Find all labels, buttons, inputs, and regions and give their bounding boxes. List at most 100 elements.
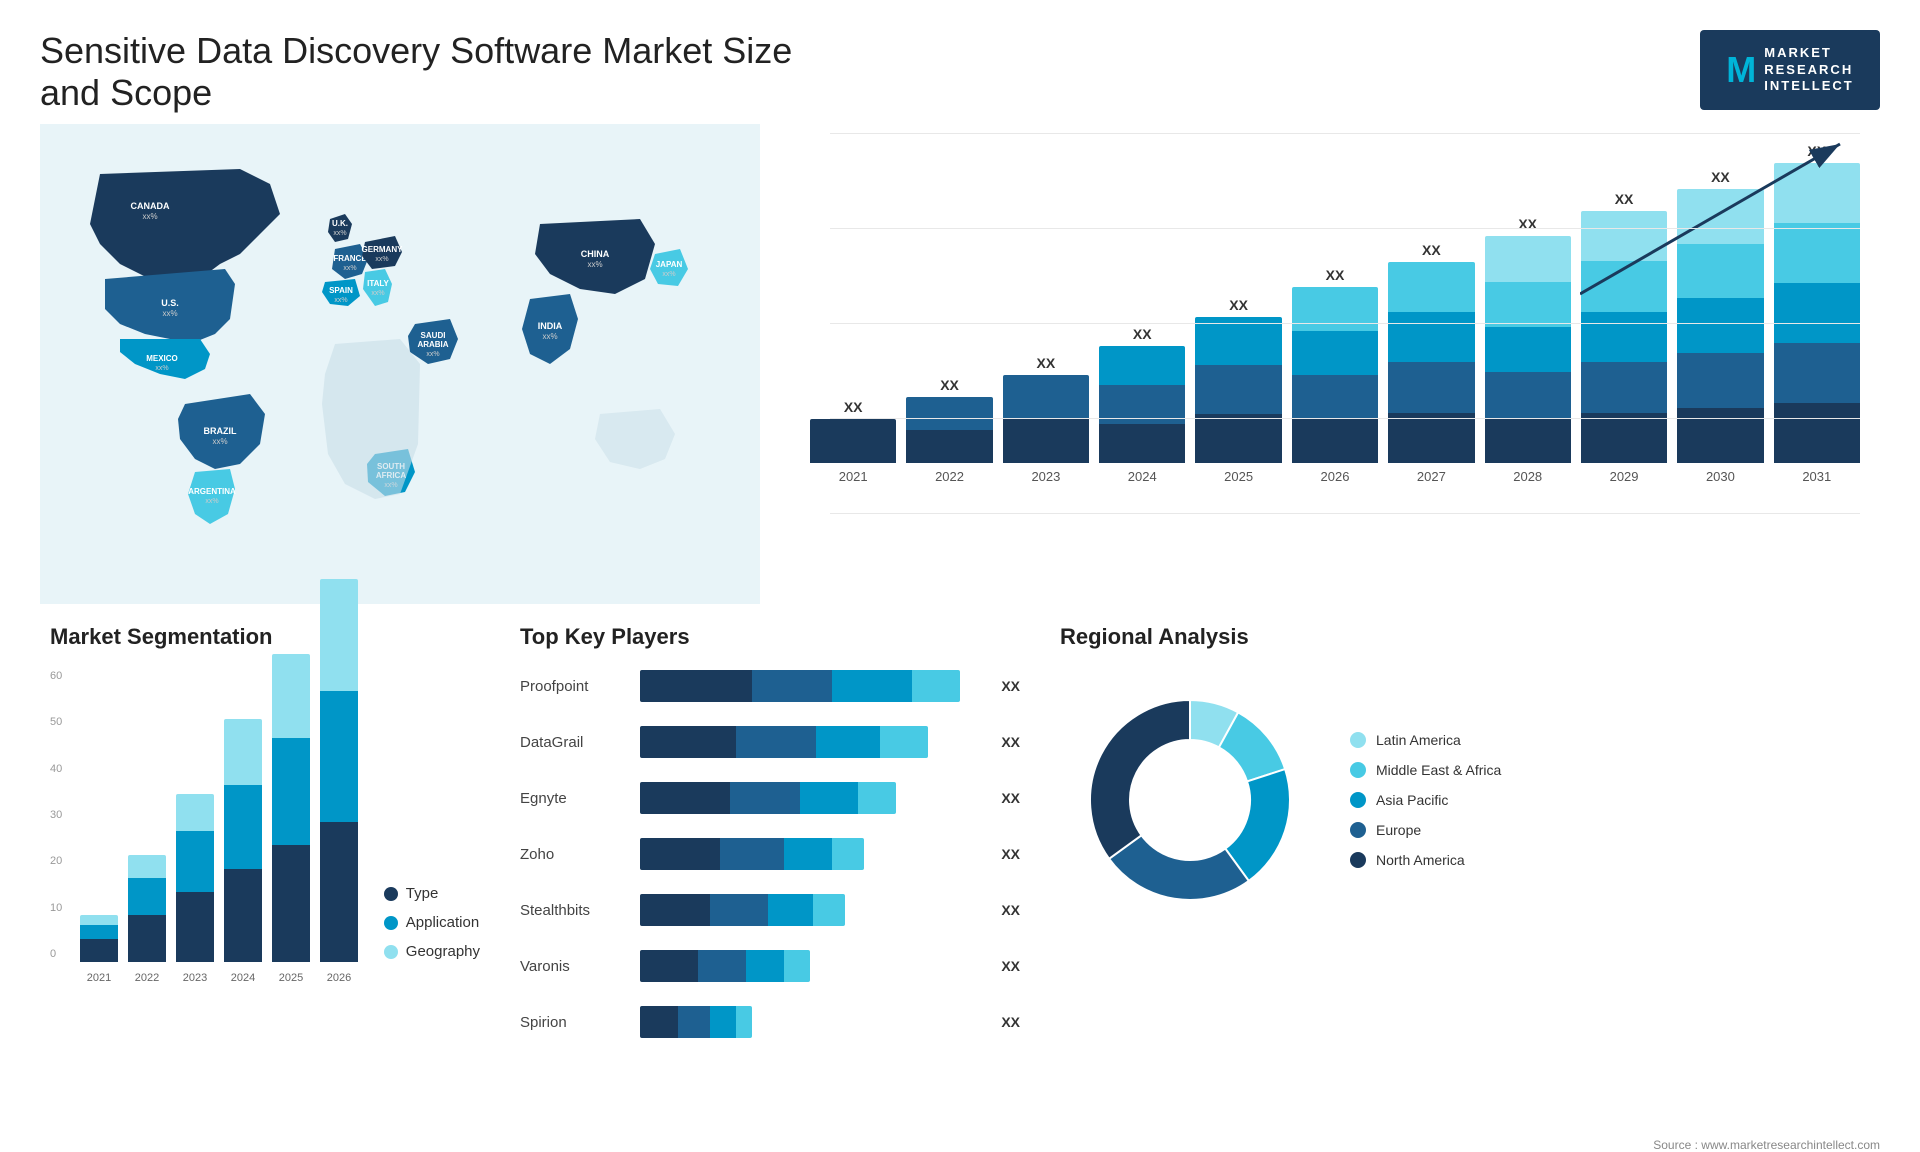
legend-geography: Geography	[384, 943, 480, 960]
seg-year-label: 2023	[183, 972, 207, 984]
seg-bar-stack	[320, 579, 358, 962]
bottom-row: Market Segmentation 60 50 40 30 20 10 0 …	[40, 614, 1880, 1134]
player-name: Spirion	[520, 1014, 630, 1031]
donut-center	[1132, 742, 1248, 858]
player-value: XX	[1001, 790, 1020, 806]
player-bar-seg	[698, 950, 746, 982]
svg-text:xx%: xx%	[343, 265, 356, 272]
svg-text:ITALY: ITALY	[367, 279, 389, 288]
svg-text:SPAIN: SPAIN	[329, 286, 353, 295]
svg-text:ARABIA: ARABIA	[417, 340, 448, 349]
world-map: CANADA xx% U.S. xx% MEXICO xx% BRAZIL xx…	[40, 124, 760, 604]
svg-text:xx%: xx%	[334, 297, 347, 304]
svg-text:xx%: xx%	[542, 332, 557, 341]
bar-chart-section: XX2021XX2022XX2023XX2024XX2025XX2026XX20…	[780, 124, 1880, 604]
regional-legend: Latin AmericaMiddle East & AfricaAsia Pa…	[1350, 732, 1501, 868]
seg-bar-group: 2024	[224, 719, 262, 962]
player-bar-seg	[832, 838, 864, 870]
player-bar-wrap	[640, 670, 983, 702]
top-row: CANADA xx% U.S. xx% MEXICO xx% BRAZIL xx…	[40, 124, 1880, 604]
regional-legend-item: Asia Pacific	[1350, 792, 1501, 808]
logo-line1: MARKET	[1764, 45, 1854, 62]
legend-application-dot	[384, 916, 398, 930]
seg-geo-seg	[224, 719, 262, 784]
regional-section: Regional Analysis Latin AmericaMiddle Ea…	[1050, 614, 1880, 1134]
player-value: XX	[1001, 958, 1020, 974]
regional-legend-label: Latin America	[1376, 732, 1461, 748]
page-header: Sensitive Data Discovery Software Market…	[0, 0, 1920, 124]
legend-geography-label: Geography	[406, 943, 480, 960]
player-bar	[640, 782, 896, 814]
player-row: Stealthbits XX	[520, 894, 1020, 926]
seg-bar-stack	[80, 915, 118, 962]
player-bar-seg	[640, 670, 752, 702]
player-row: VaronisXX	[520, 950, 1020, 982]
player-bar	[640, 1006, 752, 1038]
seg-bar-group: 2026	[320, 579, 358, 962]
player-bar-seg	[784, 838, 832, 870]
player-row: Proofpoint XX	[520, 670, 1020, 702]
seg-y-labels: 60 50 40 30 20 10 0	[50, 670, 67, 960]
seg-year-label: 2021	[87, 972, 111, 984]
segmentation-chart-wrapper: 60 50 40 30 20 10 0 20212022202320242025…	[50, 670, 480, 990]
seg-type-seg	[176, 892, 214, 962]
player-bar-seg	[736, 726, 816, 758]
player-bar-seg	[768, 894, 813, 926]
svg-text:xx%: xx%	[375, 256, 388, 263]
regional-legend-dot	[1350, 732, 1366, 748]
player-value: XX	[1001, 678, 1020, 694]
page-title: Sensitive Data Discovery Software Market…	[40, 30, 840, 114]
svg-text:ARGENTINA: ARGENTINA	[188, 487, 236, 496]
donut-wrapper: Latin AmericaMiddle East & AfricaAsia Pa…	[1060, 670, 1870, 930]
seg-bar-stack	[272, 654, 310, 962]
player-bar-wrap	[640, 838, 983, 870]
svg-text:U.K.: U.K.	[332, 219, 348, 228]
player-bar-seg	[640, 726, 736, 758]
player-name: Proofpoint	[520, 678, 630, 695]
svg-text:xx%: xx%	[426, 351, 439, 358]
player-bar-seg	[813, 894, 845, 926]
regional-legend-dot	[1350, 762, 1366, 778]
svg-text:xx%: xx%	[142, 212, 157, 221]
svg-text:CHINA: CHINA	[581, 249, 610, 259]
seg-bar-stack	[224, 719, 262, 962]
player-value: XX	[1001, 902, 1020, 918]
player-bar-seg	[640, 782, 730, 814]
player-name: DataGrail	[520, 734, 630, 751]
player-bar	[640, 838, 864, 870]
regional-legend-item: Europe	[1350, 822, 1501, 838]
segmentation-bars-area: 60 50 40 30 20 10 0 20212022202320242025…	[50, 670, 364, 990]
player-bar-seg	[640, 950, 698, 982]
seg-type-seg	[272, 845, 310, 962]
legend-geography-dot	[384, 945, 398, 959]
player-name: Stealthbits	[520, 902, 630, 919]
player-bar	[640, 950, 810, 982]
player-bar-seg	[678, 1006, 710, 1038]
player-name: Zoho	[520, 846, 630, 863]
seg-year-label: 2024	[231, 972, 255, 984]
logo-line2: RESEARCH	[1764, 62, 1854, 79]
seg-app-seg	[320, 691, 358, 822]
regional-legend-dot	[1350, 852, 1366, 868]
player-bar-seg	[800, 782, 858, 814]
player-bar-seg	[880, 726, 928, 758]
bar-chart-container: XX2021XX2022XX2023XX2024XX2025XX2026XX20…	[800, 134, 1860, 554]
seg-geo-seg	[128, 855, 166, 878]
player-value: XX	[1001, 734, 1020, 750]
legend-type: Type	[384, 885, 480, 902]
seg-type-seg	[80, 939, 118, 962]
regional-title: Regional Analysis	[1060, 624, 1870, 650]
player-bar-seg	[832, 670, 912, 702]
svg-text:MEXICO: MEXICO	[146, 354, 178, 363]
regional-legend-label: Asia Pacific	[1376, 792, 1448, 808]
source-text: Source : www.marketresearchintellect.com	[0, 1138, 1920, 1152]
players-title: Top Key Players	[520, 624, 1020, 650]
player-bar-seg	[710, 1006, 736, 1038]
player-bar-seg	[710, 894, 768, 926]
logo-line3: INTELLECT	[1764, 78, 1854, 95]
map-section: CANADA xx% U.S. xx% MEXICO xx% BRAZIL xx…	[40, 124, 760, 604]
seg-bar-group: 2022	[128, 855, 166, 962]
player-bar-wrap	[640, 1006, 983, 1038]
player-bar-wrap	[640, 782, 983, 814]
seg-geo-seg	[320, 579, 358, 691]
